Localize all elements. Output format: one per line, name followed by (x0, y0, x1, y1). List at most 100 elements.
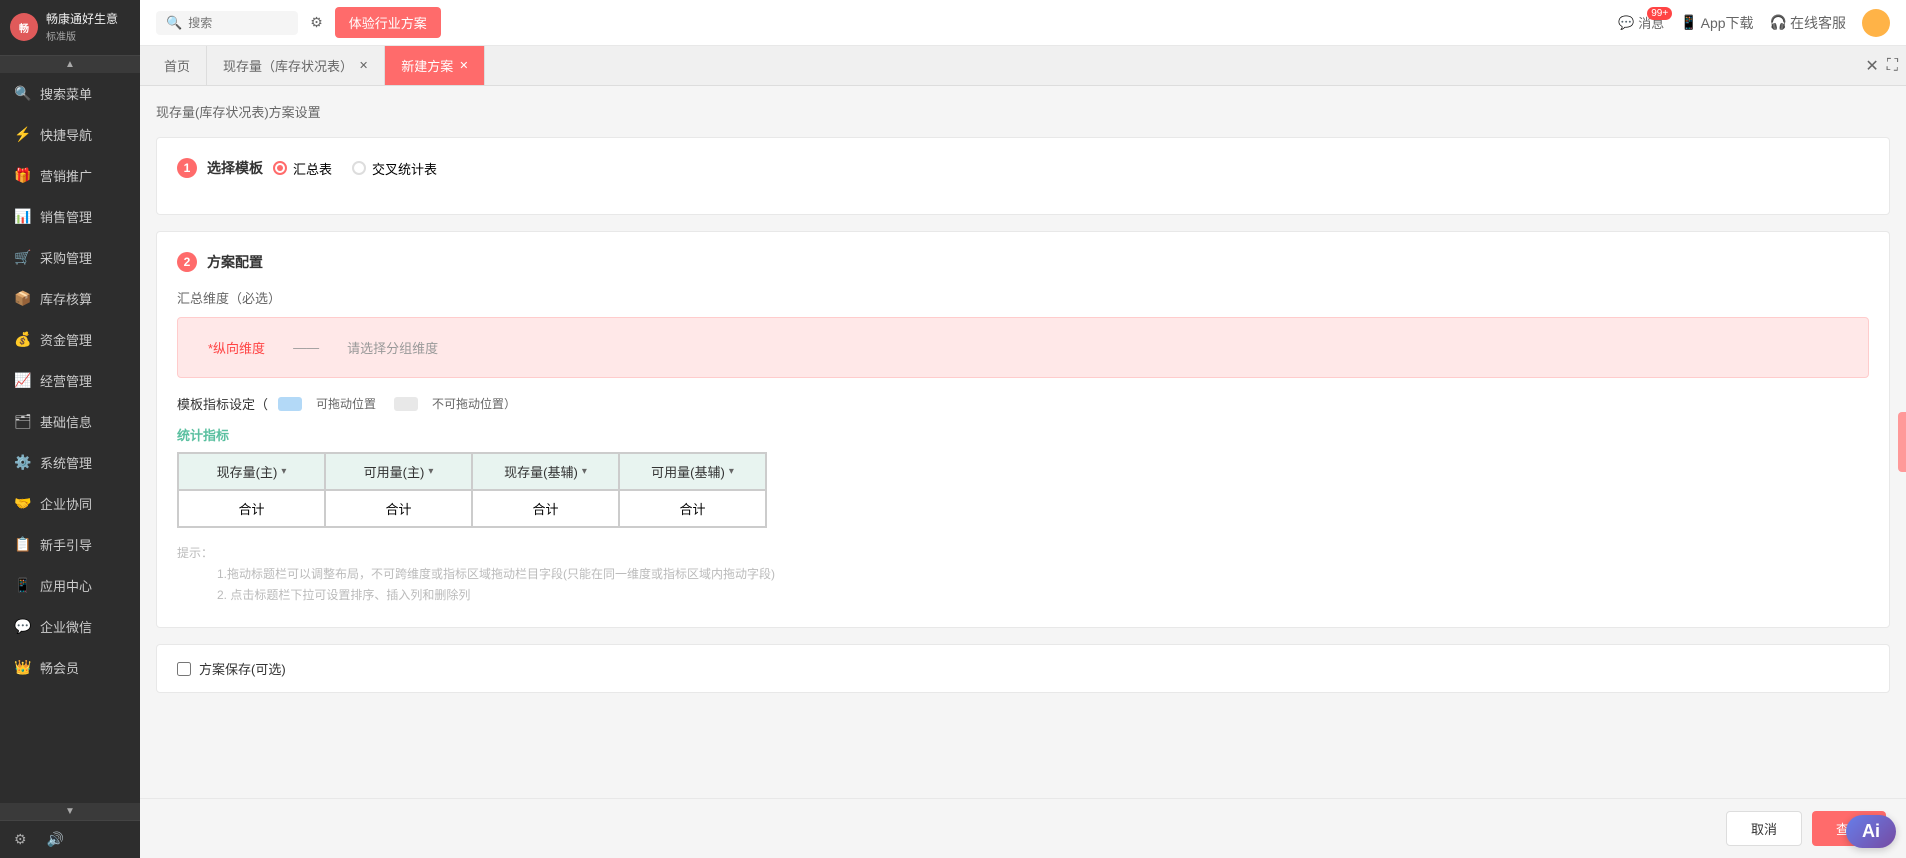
tab-inventory-status[interactable]: 现存量（库存状况表） ✕ (207, 46, 385, 85)
right-scroll-handle[interactable] (1898, 412, 1906, 472)
step2-card: 2 方案配置 汇总维度（必选） *纵向维度 —— 请选择分组维度 模板指标设定（… (156, 231, 1890, 628)
col4-data: 合计 (619, 490, 766, 527)
brand-text: 畅康通好生意 标准版 (46, 12, 118, 43)
settings-footer-icon[interactable]: ⚙ (14, 831, 27, 848)
dimension-placeholder: 请选择分组维度 (347, 338, 438, 357)
col2-chevron: ▾ (428, 466, 433, 477)
sidebar-brand: 畅 畅康通好生意 标准版 (0, 0, 140, 56)
sidebar-item-marketing[interactable]: 🎁 营销推广 (0, 155, 140, 196)
sidebar-item-app-center[interactable]: 📱 应用中心 (0, 565, 140, 606)
online-service-btn[interactable]: 🎧 在线客服 (1770, 13, 1846, 33)
topbar-left: 🔍 ⚙ 体验行业方案 (156, 7, 441, 38)
step1-number: 1 (177, 158, 197, 178)
sidebar-item-quick-nav[interactable]: ⚡ 快捷导航 (0, 114, 140, 155)
topbar: 🔍 ⚙ 体验行业方案 💬 消息 99+ 📱 App下载 🎧 在线客服 (140, 0, 1906, 46)
tab-inventory-close[interactable]: ✕ (359, 59, 368, 72)
hint-prefix: 提示： (177, 544, 1869, 561)
radio-summary[interactable]: 汇总表 (273, 159, 332, 178)
hints-section: 提示： 1.拖动标题栏可以调整布局，不可跨维度或指标区域拖动栏目字段(只能在同一… (177, 544, 1869, 603)
basic-info-icon: 🗂 (14, 412, 32, 430)
operations-icon: 📈 (14, 371, 32, 389)
headset-icon: 🎧 (1770, 14, 1787, 31)
dimension-box[interactable]: *纵向维度 —— 请选择分组维度 (177, 317, 1869, 378)
sidebar-footer: ⚙ 🔊 (0, 820, 140, 858)
user-avatar[interactable] (1862, 9, 1890, 37)
wechat-icon: 💬 (14, 617, 32, 635)
col3-header[interactable]: 现存量(基辅) ▾ (472, 453, 619, 490)
trial-button[interactable]: 体验行业方案 (335, 7, 441, 38)
indicators-setting-prefix: 模板指标设定（ (177, 394, 268, 413)
main-area: 🔍 ⚙ 体验行业方案 💬 消息 99+ 📱 App下载 🎧 在线客服 (140, 0, 1906, 858)
tabbar: 首页 现存量（库存状况表） ✕ 新建方案 ✕ ✕ ⛶ (140, 46, 1906, 86)
sidebar-scroll-up[interactable]: ▲ (0, 56, 140, 73)
search-icon: 🔍 (166, 15, 182, 31)
step1-card: 1 选择模板 汇总表 交叉统计表 (156, 137, 1890, 215)
save-option-label: 方案保存(可选) (199, 659, 286, 678)
save-option-card: 方案保存(可选) (156, 644, 1890, 693)
radio-cross-circle (352, 161, 366, 175)
stats-table-header-row: 现存量(主) ▾ 可用量(主) ▾ (178, 453, 766, 490)
radio-summary-circle (273, 161, 287, 175)
quick-nav-icon: ⚡ (14, 125, 32, 143)
tab-home[interactable]: 首页 (148, 46, 207, 85)
sidebar-item-member[interactable]: 👑 畅会员 (0, 647, 140, 688)
dimension-required-label: *纵向维度 (208, 338, 265, 357)
config-section: 汇总维度（必选） *纵向维度 —— 请选择分组维度 模板指标设定（ 可拖动位置 … (177, 288, 1869, 603)
sidebar-item-basic-info[interactable]: 🗂 基础信息 (0, 401, 140, 442)
speaker-footer-icon[interactable]: 🔊 (47, 831, 64, 848)
sales-icon: 📊 (14, 207, 32, 225)
gear-icon: ⚙ (310, 14, 323, 31)
page-title: 现存量(库存状况表)方案设置 (156, 102, 1890, 121)
sidebar-item-operations[interactable]: 📈 经营管理 (0, 360, 140, 401)
inventory-icon: 📦 (14, 289, 32, 307)
sidebar-item-purchase[interactable]: 🛒 采购管理 (0, 237, 140, 278)
fixed-label: 不可拖动位置） (432, 395, 516, 412)
search-input[interactable] (188, 16, 288, 30)
step1-title: 选择模板 (207, 158, 263, 178)
sidebar-menu: 🔍 搜索菜单 ⚡ 快捷导航 🎁 营销推广 📊 销售管理 🛒 采购管理 📦 库存核… (0, 73, 140, 803)
sidebar-item-guide[interactable]: 📋 新手引导 (0, 524, 140, 565)
col2-header[interactable]: 可用量(主) ▾ (325, 453, 472, 490)
sidebar-item-search-menu[interactable]: 🔍 搜索菜单 (0, 73, 140, 114)
sidebar-item-cooperation[interactable]: 🤝 企业协同 (0, 483, 140, 524)
dimension-field-label: 汇总维度（必选） (177, 288, 1869, 307)
ai-badge[interactable]: Ai (1846, 815, 1896, 848)
app-download-btn[interactable]: 📱 App下载 (1680, 13, 1753, 33)
col1-header[interactable]: 现存量(主) ▾ (178, 453, 325, 490)
marketing-icon: 🎁 (14, 166, 32, 184)
tab-new-plan[interactable]: 新建方案 ✕ (385, 46, 485, 85)
purchase-icon: 🛒 (14, 248, 32, 266)
messages-badge[interactable]: 💬 消息 99+ (1618, 13, 1664, 32)
save-checkbox[interactable] (177, 662, 191, 676)
topbar-search-box: 🔍 (156, 11, 298, 35)
col3-chevron: ▾ (582, 466, 587, 477)
message-icon: 💬 (1618, 15, 1634, 31)
fixed-badge (394, 397, 418, 411)
col3-data: 合计 (472, 490, 619, 527)
col1-data: 合计 (178, 490, 325, 527)
step2-number: 2 (177, 252, 197, 272)
sidebar-item-inventory[interactable]: 📦 库存核算 (0, 278, 140, 319)
tab-close-btn[interactable]: ✕ (1865, 56, 1878, 76)
sidebar-item-finance[interactable]: 💰 资金管理 (0, 319, 140, 360)
tab-expand-btn[interactable]: ⛶ (1887, 57, 1898, 75)
system-icon: ⚙️ (14, 453, 32, 471)
col1-chevron: ▾ (281, 466, 286, 477)
tab-new-plan-close[interactable]: ✕ (459, 59, 468, 72)
cancel-button[interactable]: 取消 (1726, 811, 1802, 846)
hint-2: 2. 点击标题栏下拉可设置排序、插入列和删除列 (177, 586, 1869, 603)
stats-table-data-row: 合计 合计 合计 合计 (178, 490, 766, 527)
sidebar-scroll-down[interactable]: ▼ (0, 803, 140, 820)
phone-icon: 📱 (1680, 14, 1697, 31)
sidebar-item-wechat[interactable]: 💬 企业微信 (0, 606, 140, 647)
settings-icon-btn[interactable]: ⚙ (310, 14, 323, 31)
sidebar-item-system[interactable]: ⚙️ 系统管理 (0, 442, 140, 483)
sidebar-item-sales[interactable]: 📊 销售管理 (0, 196, 140, 237)
col4-header[interactable]: 可用量(基辅) ▾ (619, 453, 766, 490)
col4-chevron: ▾ (729, 466, 734, 477)
col2-data: 合计 (325, 490, 472, 527)
step2-header: 2 方案配置 (177, 252, 1869, 272)
step1-header: 1 选择模板 汇总表 交叉统计表 (177, 158, 1869, 178)
radio-cross[interactable]: 交叉统计表 (352, 159, 437, 178)
draggable-label: 可拖动位置 (316, 395, 376, 412)
